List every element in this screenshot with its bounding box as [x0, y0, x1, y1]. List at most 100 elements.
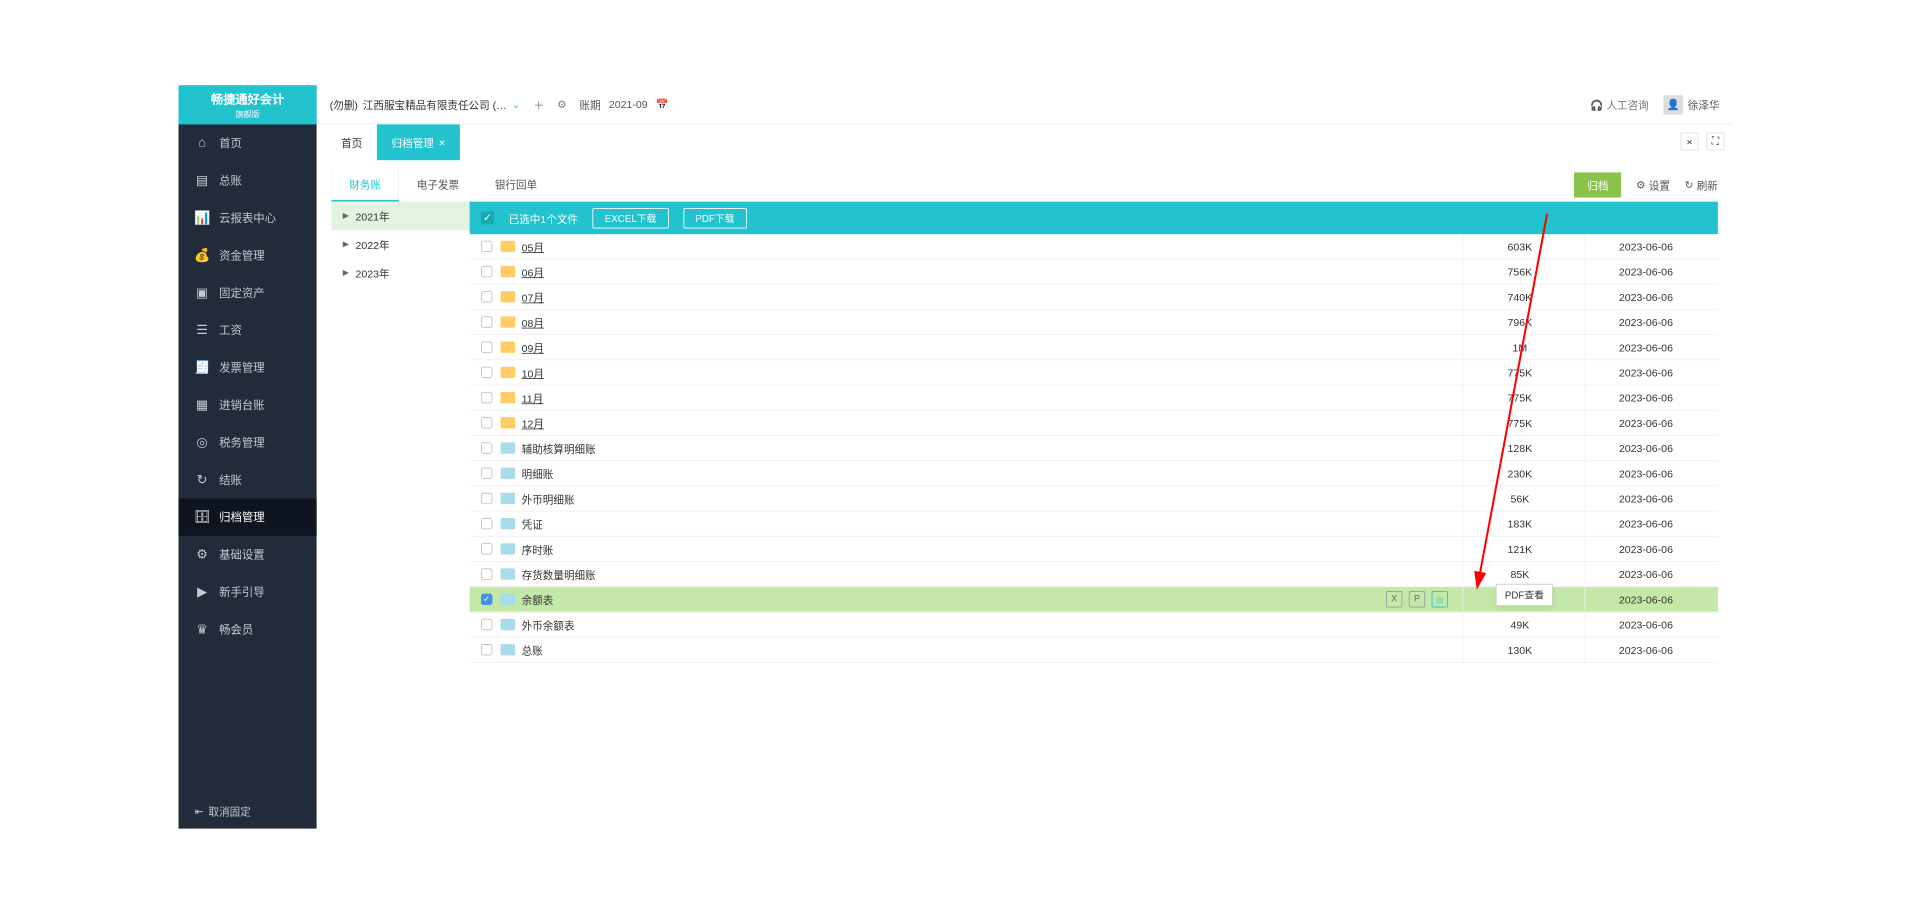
nav-assets[interactable]: ▣固定资产: [178, 274, 316, 311]
table-row[interactable]: 凭证183K2023-06-06: [470, 511, 1718, 536]
file-name[interactable]: 明细账: [522, 466, 554, 481]
nav-label: 进销台账: [219, 397, 265, 413]
file-name[interactable]: 05月: [522, 239, 544, 254]
row-checkbox[interactable]: [481, 619, 492, 630]
close-panel-button[interactable]: ×: [1680, 133, 1698, 151]
refresh-link[interactable]: ↻刷新: [1685, 177, 1718, 192]
row-checkbox[interactable]: [481, 518, 492, 529]
table-row[interactable]: 明细账230K2023-06-06: [470, 461, 1718, 486]
sidebar-footer[interactable]: ⇤ 取消固定: [178, 794, 316, 829]
row-checkbox[interactable]: ✓: [481, 594, 492, 605]
fullscreen-button[interactable]: ⛶: [1706, 133, 1724, 151]
tree-year-2022[interactable]: ▶2022年: [331, 230, 469, 258]
company-prefix: (勿删): [330, 97, 358, 112]
nav-archive[interactable]: 🗄归档管理: [178, 498, 316, 535]
row-checkbox[interactable]: [481, 266, 492, 277]
company-selector[interactable]: (勿删) 江西服宝精品有限责任公司 (… ⌄: [330, 97, 521, 112]
row-checkbox[interactable]: [481, 442, 492, 453]
pdf-download-button[interactable]: PDF下载: [683, 208, 746, 228]
table-row[interactable]: 外币明细账56K2023-06-06: [470, 486, 1718, 511]
file-name[interactable]: 12月: [522, 415, 544, 430]
gear-icon: ⚙: [1636, 178, 1645, 191]
consult-button[interactable]: 🎧 人工咨询: [1590, 97, 1648, 112]
nav-member[interactable]: ♛畅会员: [178, 611, 316, 648]
table-row[interactable]: 07月740K2023-06-06: [470, 285, 1718, 310]
nav-salary[interactable]: ☰工资: [178, 311, 316, 348]
file-name[interactable]: 外币余额表: [522, 617, 575, 632]
nav-label: 结账: [219, 472, 242, 488]
row-checkbox[interactable]: [481, 316, 492, 327]
add-company-button[interactable]: ＋: [533, 97, 544, 112]
file-name[interactable]: 余额表: [522, 592, 554, 607]
file-name[interactable]: 序时账: [522, 541, 554, 556]
file-name[interactable]: 09月: [522, 339, 544, 354]
subtab-label: 电子发票: [417, 179, 459, 191]
row-checkbox[interactable]: [481, 241, 492, 252]
table-row[interactable]: 08月796K2023-06-06: [470, 310, 1718, 335]
file-name[interactable]: 存货数量明细账: [522, 566, 596, 581]
nav-close[interactable]: ↻结账: [178, 461, 316, 498]
nav-settings[interactable]: ⚙基础设置: [178, 536, 316, 573]
table-row[interactable]: 外币余额表49K2023-06-06: [470, 612, 1718, 637]
row-checkbox[interactable]: [481, 417, 492, 428]
nav-funds[interactable]: 💰资金管理: [178, 237, 316, 274]
table-row[interactable]: 11月775K2023-06-06: [470, 385, 1718, 410]
file-list: ✓ 已选中1个文件 EXCEL下载 PDF下载 05月603K2023-06-0…: [470, 202, 1718, 814]
file-name[interactable]: 06月: [522, 264, 544, 279]
excel-download-button[interactable]: EXCEL下载: [593, 208, 669, 228]
row-checkbox[interactable]: [481, 543, 492, 554]
table-row[interactable]: 总账130K2023-06-06: [470, 638, 1718, 663]
table-row[interactable]: 06月756K2023-06-06: [470, 259, 1718, 284]
tree-year-2023[interactable]: ▶2023年: [331, 259, 469, 287]
close-tab-icon[interactable]: ×: [439, 136, 446, 149]
row-checkbox[interactable]: [481, 342, 492, 353]
company-settings-button[interactable]: ⚙: [557, 98, 566, 111]
table-row[interactable]: 05月603K2023-06-06: [470, 234, 1718, 259]
nav-reports[interactable]: 📊云报表中心: [178, 199, 316, 236]
nav-tax[interactable]: ◎税务管理: [178, 424, 316, 461]
row-checkbox[interactable]: [481, 367, 492, 378]
subtab-label: 财务账: [349, 179, 381, 191]
file-name[interactable]: 辅助核算明细账: [522, 440, 596, 455]
table-row[interactable]: 辅助核算明细账128K2023-06-06: [470, 436, 1718, 461]
file-name[interactable]: 08月: [522, 314, 544, 329]
pdf-view-icon[interactable]: ◎: [1432, 591, 1448, 607]
file-name[interactable]: 外币明细账: [522, 491, 575, 506]
file-name[interactable]: 10月: [522, 365, 544, 380]
table-row[interactable]: 10月775K2023-06-06: [470, 360, 1718, 385]
table-row[interactable]: 序时账121K2023-06-06: [470, 537, 1718, 562]
subtab-bank[interactable]: 银行回单: [477, 168, 555, 201]
nav-home[interactable]: ⌂首页: [178, 124, 316, 161]
header-check-icon[interactable]: ✓: [481, 211, 494, 224]
subtab-einvoice[interactable]: 电子发票: [399, 168, 477, 201]
user-menu[interactable]: 👤 徐泽华: [1663, 95, 1719, 115]
row-checkbox[interactable]: [481, 392, 492, 403]
tab-archive[interactable]: 归档管理 ×: [377, 124, 460, 160]
file-name[interactable]: 凭证: [522, 516, 543, 531]
period-selector[interactable]: 账期 2021-09 📅: [580, 97, 669, 112]
tree-year-2021[interactable]: ▶2021年: [331, 202, 469, 230]
file-name[interactable]: 11月: [522, 390, 544, 405]
nav-guide[interactable]: ▶新手引导: [178, 573, 316, 610]
nav-ledger[interactable]: ▤总账: [178, 162, 316, 199]
nav-invoice[interactable]: 🧾发票管理: [178, 349, 316, 386]
tab-home[interactable]: 首页: [326, 124, 376, 160]
file-name[interactable]: 总账: [522, 642, 543, 657]
row-checkbox[interactable]: [481, 291, 492, 302]
file-name[interactable]: 07月: [522, 289, 544, 304]
nav-psi[interactable]: ▦ 进销台账: [178, 386, 316, 423]
settings-link[interactable]: ⚙设置: [1636, 177, 1670, 192]
pdf-download-icon[interactable]: P: [1409, 591, 1425, 607]
file-size: 85K: [1463, 562, 1577, 586]
row-checkbox[interactable]: [481, 568, 492, 579]
archive-button[interactable]: 归档: [1574, 172, 1621, 197]
subtab-finance[interactable]: 财务账: [331, 168, 399, 201]
folder-icon: [501, 291, 516, 302]
row-checkbox[interactable]: [481, 468, 492, 479]
psi-icon: ▦: [195, 398, 210, 413]
row-checkbox[interactable]: [481, 493, 492, 504]
table-row[interactable]: 12月775K2023-06-06: [470, 411, 1718, 436]
table-row[interactable]: 09月1M2023-06-06: [470, 335, 1718, 360]
row-checkbox[interactable]: [481, 644, 492, 655]
excel-view-icon[interactable]: X: [1386, 591, 1402, 607]
